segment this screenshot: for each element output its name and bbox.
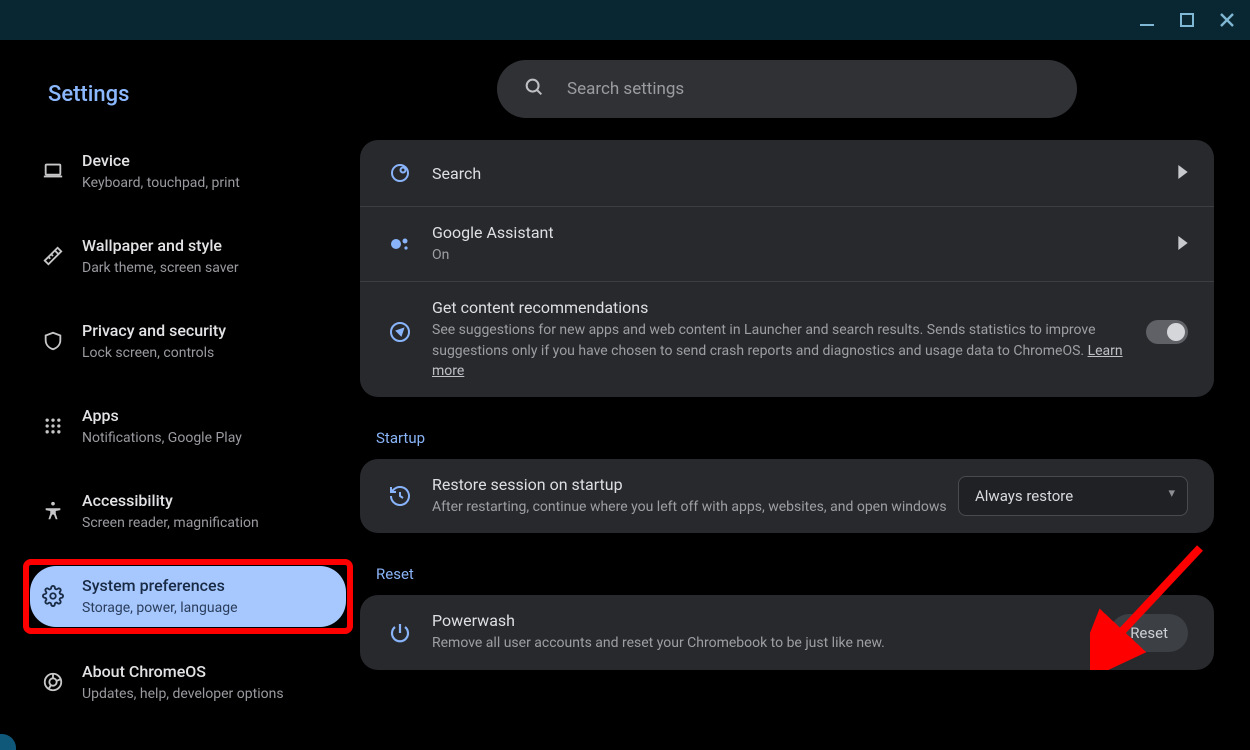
sidebar-item-wallpaper[interactable]: Wallpaper and style Dark theme, screen sa…	[30, 226, 346, 287]
shield-icon	[42, 330, 64, 352]
search-engine-icon	[386, 159, 414, 187]
nav-sub: Lock screen, controls	[82, 344, 226, 362]
highlight-annotation: System preferences Storage, power, langua…	[23, 559, 353, 634]
row-title: Restore session on startup	[432, 475, 958, 494]
sidebar-item-about[interactable]: About ChromeOS Updates, help, developer o…	[30, 652, 346, 713]
row-title: Google Assistant	[432, 223, 1178, 242]
nav-sub: Storage, power, language	[82, 599, 238, 617]
assistant-icon	[386, 230, 414, 258]
nav-title: About ChromeOS	[82, 662, 284, 683]
settings-card-search-assistant: Search Google Assistant On Get content r…	[360, 140, 1214, 397]
accessibility-icon	[42, 500, 64, 522]
row-assistant[interactable]: Google Assistant On	[360, 206, 1214, 281]
gear-icon	[42, 585, 64, 607]
restore-dropdown[interactable]: Always restore	[958, 476, 1188, 516]
chevron-right-icon	[1178, 164, 1188, 183]
sidebar-item-apps[interactable]: Apps Notifications, Google Play	[30, 396, 346, 457]
settings-card-reset: Powerwash Remove all user accounts and r…	[360, 595, 1214, 669]
apps-grid-icon	[42, 415, 64, 437]
nav-sub: Notifications, Google Play	[82, 429, 242, 447]
nav-sub: Dark theme, screen saver	[82, 259, 239, 277]
nav-title: Accessibility	[82, 491, 259, 512]
sidebar-item-privacy[interactable]: Privacy and security Lock screen, control…	[30, 311, 346, 372]
chevron-right-icon	[1178, 235, 1188, 254]
nav-sub: Updates, help, developer options	[82, 685, 284, 703]
nav-title: System preferences	[82, 576, 238, 597]
settings-card-startup: Restore session on startup After restart…	[360, 459, 1214, 533]
history-icon	[386, 482, 414, 510]
row-sub: On	[432, 245, 1178, 265]
search-icon	[523, 76, 545, 102]
nav-title: Apps	[82, 406, 242, 427]
page-title: Settings	[48, 82, 346, 107]
section-header-reset: Reset	[376, 565, 1214, 583]
row-sub: See suggestions for new apps and web con…	[432, 320, 1146, 381]
row-sub: After restarting, continue where you lef…	[432, 497, 958, 517]
reset-button[interactable]: Reset	[1110, 614, 1188, 652]
row-restore-session: Restore session on startup After restart…	[360, 459, 1214, 533]
minimize-button[interactable]	[1136, 9, 1158, 31]
row-title: Powerwash	[432, 611, 1110, 630]
row-title: Search	[432, 164, 1178, 183]
search-input[interactable]	[567, 79, 1051, 99]
nav-sub: Screen reader, magnification	[82, 514, 259, 532]
nav-title: Device	[82, 151, 240, 172]
nav-title: Privacy and security	[82, 321, 226, 342]
sidebar: Settings Device Keyboard, touchpad, print…	[0, 40, 360, 750]
power-icon	[386, 619, 414, 647]
close-button[interactable]	[1216, 9, 1238, 31]
sidebar-item-accessibility[interactable]: Accessibility Screen reader, magnificatio…	[30, 481, 346, 542]
row-content-recommendations: Get content recommendations See suggesti…	[360, 281, 1214, 397]
nav-sub: Keyboard, touchpad, print	[82, 174, 240, 192]
section-header-startup: Startup	[376, 429, 1214, 447]
compass-icon	[386, 318, 414, 346]
row-search[interactable]: Search	[360, 140, 1214, 206]
laptop-icon	[42, 160, 64, 182]
titlebar	[0, 0, 1250, 40]
ruler-icon	[42, 245, 64, 267]
sidebar-item-device[interactable]: Device Keyboard, touchpad, print	[30, 141, 346, 202]
nav-title: Wallpaper and style	[82, 236, 239, 257]
recommendations-toggle[interactable]	[1146, 320, 1188, 344]
row-title: Get content recommendations	[432, 298, 1146, 317]
maximize-button[interactable]	[1176, 9, 1198, 31]
chrome-icon	[42, 671, 64, 693]
sidebar-item-system-preferences[interactable]: System preferences Storage, power, langua…	[30, 566, 346, 627]
search-bar[interactable]	[497, 60, 1077, 118]
row-sub: Remove all user accounts and reset your …	[432, 633, 1110, 653]
row-powerwash: Powerwash Remove all user accounts and r…	[360, 595, 1214, 669]
